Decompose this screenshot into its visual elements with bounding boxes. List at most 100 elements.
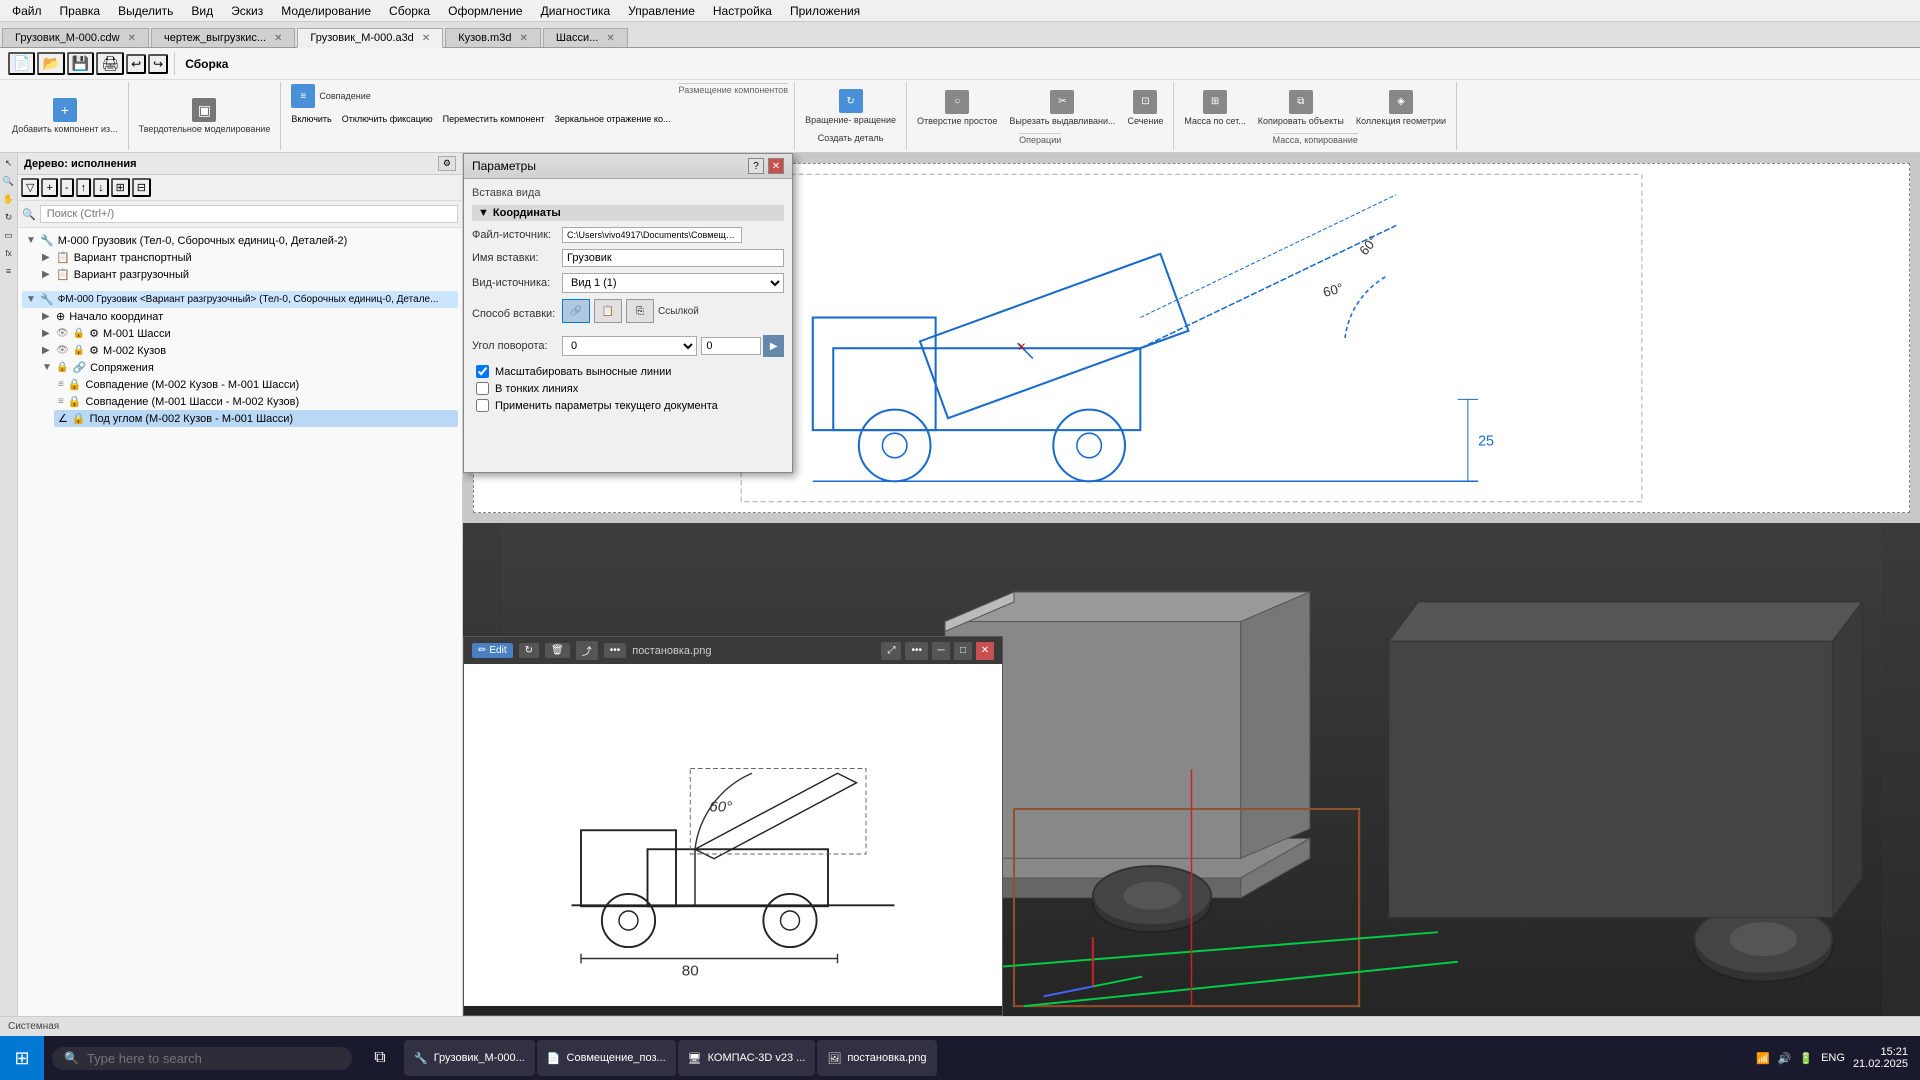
btn-hole[interactable]: ○ Отверстие простое	[913, 88, 1001, 128]
quick-open[interactable]: 📂	[37, 52, 64, 75]
panel-settings-btn[interactable]: ⚙	[438, 156, 456, 171]
tab-0-close[interactable]: ✕	[128, 33, 136, 44]
taskbar-clock[interactable]: 15:21 21.02.2025	[1853, 1046, 1908, 1070]
tree-search-input[interactable]	[40, 205, 458, 223]
tree-btn-up[interactable]: ↑	[76, 178, 92, 197]
tree-item-8[interactable]: ≡ 🔒 Совпадение (М-002 Кузов - М-001 Шасс…	[54, 376, 458, 393]
vert-btn-pan[interactable]: ✋	[1, 191, 17, 207]
menu-control[interactable]: Управление	[620, 2, 703, 20]
btn-cut[interactable]: ✂ Вырезать выдавливани...	[1005, 88, 1119, 128]
taskbar-item-1[interactable]: 📄 Совмещение_поз...	[537, 1040, 676, 1076]
taskbar-search-input[interactable]	[87, 1051, 307, 1066]
checkbox-thin-lines[interactable]	[476, 382, 489, 395]
btn-solid-modeling[interactable]: ▣ Твердотельное моделирование	[135, 96, 275, 136]
tree-item-2[interactable]: ▶ 📋 Вариант разгрузочный	[38, 266, 458, 283]
tab-3[interactable]: Кузов.m3d ✕	[445, 28, 541, 47]
btn-rotation[interactable]: ↻ Вращение- вращение	[801, 87, 900, 127]
tab-4[interactable]: Шасси... ✕	[543, 28, 628, 47]
tree-item-6[interactable]: ▶ 👁 🔒 ⚙ М-002 Кузов	[38, 342, 458, 359]
tree-item-3[interactable]: ▼ 🔧 ФМ-000 Грузовик <Вариант разгрузочны…	[22, 291, 458, 308]
tree-btn-down[interactable]: ↓	[93, 178, 109, 197]
tree-item-9[interactable]: ≡ 🔒 Совпадение (М-001 Шасси - М-002 Кузо…	[54, 393, 458, 410]
menu-sketch[interactable]: Эскиз	[223, 2, 271, 20]
menu-apps[interactable]: Приложения	[782, 2, 868, 20]
vert-btn-cursor[interactable]: ↖	[1, 155, 17, 171]
start-button[interactable]: ⊞	[0, 1036, 44, 1080]
vert-btn-rotate[interactable]: ↻	[1, 209, 17, 225]
method-link-btn[interactable]: 🔗	[562, 299, 590, 323]
tray-lang[interactable]: ENG	[1821, 1052, 1845, 1064]
dialog-close-btn[interactable]: ✕	[768, 158, 784, 174]
taskbar-item-2[interactable]: 🖥 КОМПАС-3D v23 ...	[678, 1040, 816, 1076]
name-input[interactable]	[562, 249, 784, 267]
btn-mirror[interactable]: Зеркальное отражение ко...	[550, 112, 674, 126]
vert-btn-zoom[interactable]: 🔍	[1, 173, 17, 189]
btn-add-component[interactable]: + Добавить компонент из...	[8, 96, 122, 136]
tab-0[interactable]: Грузовик_М-000.cdw ✕	[2, 28, 149, 47]
viewer-expand-btn[interactable]: ⤢	[881, 642, 901, 660]
tree-btn-remove[interactable]: -	[60, 178, 74, 197]
tab-1[interactable]: чертеж_выгрузкис... ✕	[151, 28, 295, 47]
quick-redo[interactable]: ↪	[148, 54, 168, 74]
tree-btn-add[interactable]: +	[41, 178, 57, 197]
viewer-edit-btn[interactable]: ✏ Edit	[472, 643, 513, 658]
task-view-btn[interactable]: ⧉	[360, 1036, 400, 1080]
btn-copy-obj[interactable]: ⧉ Копировать объекты	[1254, 88, 1348, 128]
menu-file[interactable]: Файл	[4, 2, 50, 20]
quick-print[interactable]: 🖨	[96, 52, 124, 75]
tray-battery-icon[interactable]: 🔋	[1799, 1052, 1813, 1065]
angle-input[interactable]	[701, 337, 761, 355]
viewer-maximize-btn[interactable]: □	[954, 642, 972, 660]
menu-settings[interactable]: Настройка	[705, 2, 780, 20]
viewer-more2-btn[interactable]: •••	[905, 642, 928, 660]
menu-modeling[interactable]: Моделирование	[273, 2, 379, 20]
tree-item-7[interactable]: ▼ 🔒 🔗 Сопряжения	[38, 359, 458, 376]
menu-format[interactable]: Оформление	[440, 2, 530, 20]
btn-section[interactable]: ⊡ Сечение	[1124, 88, 1168, 128]
angle-apply-btn[interactable]: ▶	[763, 335, 784, 357]
tab-2[interactable]: Грузовик_М-000.а3d ✕	[297, 28, 443, 48]
method-ref-btn[interactable]: ⎘	[626, 299, 654, 323]
tree-item-10[interactable]: ∠ 🔒 Под углом (М-002 Кузов - М-001 Шасси…	[54, 410, 458, 427]
tree-item-4[interactable]: ▶ ⊕ Начало координат	[38, 308, 458, 325]
checkbox-current-params[interactable]	[476, 399, 489, 412]
vert-btn-layers[interactable]: ≡	[1, 263, 17, 279]
vert-btn-fx[interactable]: fx	[1, 245, 17, 261]
vert-btn-select[interactable]: ▭	[1, 227, 17, 243]
quick-undo[interactable]: ↩	[126, 54, 146, 74]
viewer-more-btn[interactable]: •••	[604, 643, 627, 658]
viewer-minimize-btn[interactable]: ─	[932, 642, 950, 660]
tray-network-icon[interactable]: 📶	[1756, 1052, 1770, 1065]
viewer-close-btn[interactable]: ✕	[976, 642, 994, 660]
tree-item-5[interactable]: ▶ 👁 🔒 ⚙ М-001 Шасси	[38, 325, 458, 342]
tree-btn-collapse[interactable]: ⊟	[132, 178, 151, 197]
image-viewer[interactable]: ✏ Edit ↻ 🗑 ⤴ ••• постановка.png ⤢ ••• ─ …	[463, 636, 1003, 1016]
menu-select[interactable]: Выделить	[110, 2, 181, 20]
menu-diagnostics[interactable]: Диагностика	[533, 2, 619, 20]
tree-item-1[interactable]: ▶ 📋 Вариант транспортный	[38, 249, 458, 266]
angle-select[interactable]: 0 90 180	[562, 336, 697, 356]
btn-coincide[interactable]: ≡ Совпадение	[287, 82, 374, 110]
taskbar-item-3[interactable]: 🖼 постановка.png	[817, 1040, 936, 1076]
viewer-refresh-btn[interactable]: ↻	[519, 643, 539, 658]
btn-collection[interactable]: ◈ Коллекция геометрии	[1352, 88, 1450, 128]
tree-btn-expand[interactable]: ⊞	[111, 178, 130, 197]
btn-create-part[interactable]: Создать деталь	[814, 131, 888, 145]
parameters-dialog[interactable]: Параметры ? ✕ Вставка вида ▼ Координаты	[463, 153, 793, 473]
viewer-delete-btn[interactable]: 🗑	[545, 643, 570, 658]
tray-volume-icon[interactable]: 🔊	[1778, 1052, 1792, 1065]
tab-4-close[interactable]: ✕	[606, 33, 614, 44]
dialog-section-coords[interactable]: ▼ Координаты	[472, 205, 784, 221]
menu-view[interactable]: Вид	[183, 2, 221, 20]
quick-save[interactable]: 💾	[67, 52, 94, 75]
btn-mass[interactable]: ⊞ Масса по сет...	[1180, 88, 1249, 128]
menu-assembly[interactable]: Сборка	[381, 2, 438, 20]
checkbox-scale-leaders[interactable]	[476, 365, 489, 378]
tree-btn-filter[interactable]: ▽	[21, 178, 39, 197]
tree-item-0[interactable]: ▼ 🔧 М-000 Грузовик (Тел-0, Сборочных еди…	[22, 232, 458, 249]
btn-enable[interactable]: Включить	[287, 112, 335, 126]
dialog-help-btn[interactable]: ?	[748, 158, 764, 174]
tab-1-close[interactable]: ✕	[274, 33, 282, 44]
tab-3-close[interactable]: ✕	[519, 33, 527, 44]
btn-move[interactable]: Переместить компонент	[439, 112, 549, 126]
